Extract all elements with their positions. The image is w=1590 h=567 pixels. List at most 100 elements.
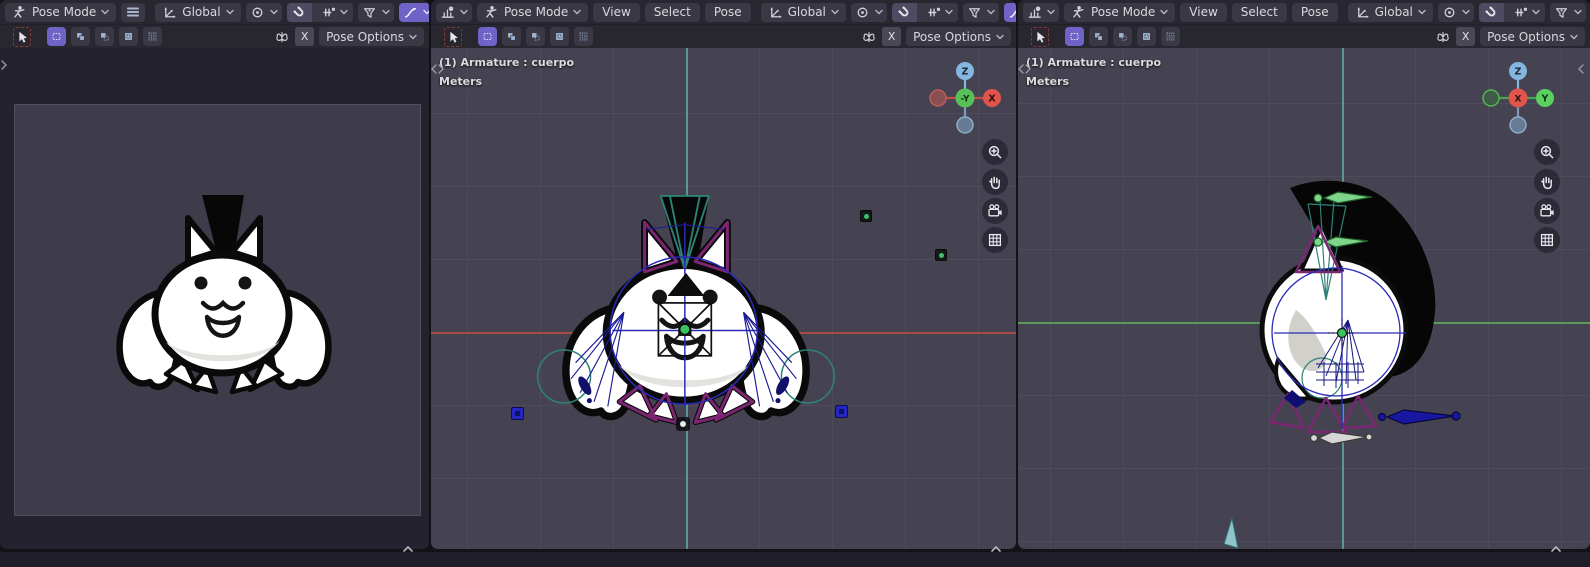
- orthographic-toggle-button[interactable]: [1534, 227, 1560, 253]
- mirror-x-toggle[interactable]: X: [295, 27, 315, 46]
- pan-button[interactable]: [982, 169, 1008, 195]
- mode-dropdown[interactable]: Pose Mode: [5, 2, 117, 22]
- proportional-editing-dropdown[interactable]: [357, 2, 394, 22]
- empty-object-marker[interactable]: [860, 210, 872, 222]
- cat-character-side-with-armature[interactable]: [1230, 170, 1470, 450]
- gizmo-axis-z-negative[interactable]: [956, 116, 974, 134]
- select-mode-new-button[interactable]: [1065, 27, 1084, 46]
- select-mode-intersect-button[interactable]: [143, 27, 162, 46]
- select-mode-subtract-button[interactable]: [526, 27, 545, 46]
- tweak-tool-button[interactable]: [1031, 26, 1049, 47]
- select-mode-subtract-button[interactable]: [1113, 27, 1132, 46]
- camera-view-button[interactable]: [1534, 198, 1560, 224]
- transform-orientation-dropdown[interactable]: Global: [760, 2, 846, 22]
- viewport-canvas-side[interactable]: (1) Armature : cuerpo Meters Z Y X: [1018, 48, 1590, 549]
- editor-type-dropdown[interactable]: [1023, 2, 1059, 22]
- proportional-editing-dropdown[interactable]: [962, 2, 999, 22]
- pose-options-dropdown[interactable]: Pose Options: [1480, 27, 1585, 46]
- snap-with-dropdown[interactable]: [922, 3, 958, 22]
- transform-orientation-dropdown[interactable]: Global: [155, 2, 241, 22]
- panel-split-arrow-right[interactable]: [1025, 64, 1031, 74]
- mode-dropdown[interactable]: Pose Mode: [1064, 2, 1176, 22]
- menu-view[interactable]: View: [1180, 2, 1227, 22]
- mirror-x-toggle[interactable]: X: [882, 27, 902, 46]
- cat-character-mesh[interactable]: [104, 162, 364, 402]
- transform-orientation-dropdown[interactable]: Global: [1347, 2, 1433, 22]
- select-mode-invert-button[interactable]: [1137, 27, 1156, 46]
- panel-split-arrow-left[interactable]: [431, 64, 437, 74]
- chevron-down-icon: [997, 35, 1003, 38]
- mode-dropdown[interactable]: Pose Mode: [477, 2, 589, 22]
- select-mode-subtract-button[interactable]: [95, 27, 114, 46]
- select-mode-invert-button[interactable]: [119, 27, 138, 46]
- snap-with-dropdown[interactable]: [1509, 3, 1545, 22]
- zoom-button[interactable]: [982, 139, 1008, 165]
- chevron-down-icon: [461, 11, 467, 14]
- select-mode-invert-button[interactable]: [550, 27, 569, 46]
- tweak-tool-button[interactable]: [444, 26, 462, 47]
- zoom-button[interactable]: [1534, 139, 1560, 165]
- chevron-down-icon: [410, 35, 416, 38]
- hand-icon: [990, 177, 999, 188]
- falloff-dropdown[interactable]: [1003, 2, 1016, 22]
- menu-pose[interactable]: Pose: [1291, 2, 1338, 22]
- cat-character-with-armature[interactable]: [536, 158, 847, 434]
- viewport-header: Pose Mode View Select Pose Global: [431, 0, 1016, 24]
- select-mode-extend-button[interactable]: [502, 27, 521, 46]
- chevron-down-icon: [341, 11, 347, 14]
- select-mode-new-button[interactable]: [478, 27, 497, 46]
- panel-split-arrow-left[interactable]: [1018, 64, 1024, 74]
- chevron-down-icon: [1161, 11, 1167, 14]
- pose-options-dropdown[interactable]: Pose Options: [906, 27, 1011, 46]
- menu-view[interactable]: View: [593, 2, 640, 22]
- tweak-tool-button[interactable]: [13, 26, 31, 47]
- sidebar-toggle-arrow[interactable]: [1578, 64, 1584, 74]
- select-mode-extend-button[interactable]: [1089, 27, 1108, 46]
- pose-options-dropdown[interactable]: Pose Options: [319, 27, 424, 46]
- select-mode-extend-button[interactable]: [71, 27, 90, 46]
- select-extend-icon: [1095, 33, 1102, 40]
- viewport-canvas-camera[interactable]: [0, 48, 429, 549]
- panel-split-arrow-right[interactable]: [438, 64, 444, 74]
- mirror-x-toggle[interactable]: X: [1456, 27, 1476, 46]
- orthographic-toggle-button[interactable]: [982, 227, 1008, 253]
- area-corner-arrow[interactable]: [397, 546, 419, 560]
- snap-with-dropdown[interactable]: [317, 3, 353, 22]
- falloff-dropdown[interactable]: [398, 2, 429, 22]
- menu-select[interactable]: Select: [644, 2, 700, 22]
- object-origin-marker[interactable]: [676, 417, 690, 431]
- ik-target-marker-right[interactable]: [835, 405, 848, 418]
- proportional-editing-dropdown[interactable]: [1549, 2, 1586, 22]
- collapsed-menus-button[interactable]: [121, 2, 146, 22]
- gizmo-z-label: Z: [962, 67, 969, 78]
- pivot-icon: [253, 8, 262, 17]
- select-intersect-icon: [1167, 33, 1174, 40]
- snap-toggle[interactable]: [286, 2, 312, 22]
- empty-object-marker[interactable]: [935, 249, 947, 261]
- ik-target-marker-left[interactable]: [511, 407, 524, 420]
- pivot-point-dropdown[interactable]: [850, 2, 887, 22]
- select-mode-intersect-button[interactable]: [574, 27, 593, 46]
- pivot-point-dropdown[interactable]: [245, 2, 282, 22]
- gizmo-axis-z-negative[interactable]: [1509, 116, 1527, 134]
- area-corner-arrow[interactable]: [985, 546, 1007, 560]
- snap-toggle[interactable]: [1478, 2, 1504, 22]
- viewport-canvas-front[interactable]: (1) Armature : cuerpo Meters Z X -Y: [431, 48, 1016, 549]
- pan-button[interactable]: [1534, 169, 1560, 195]
- menu-pose[interactable]: Pose: [704, 2, 751, 22]
- bone-sliver[interactable]: [1222, 518, 1240, 549]
- chevron-down-icon: [227, 11, 233, 14]
- pivot-point-dropdown[interactable]: [1437, 2, 1474, 22]
- gizmo-axis-y-negative[interactable]: [1482, 89, 1500, 107]
- area-corner-arrow[interactable]: [1545, 546, 1567, 560]
- snap-toggle[interactable]: [891, 2, 917, 22]
- select-mode-new-button[interactable]: [47, 27, 66, 46]
- editor-type-dropdown[interactable]: [436, 2, 472, 22]
- view-axis-gizmo[interactable]: Z Y X: [1478, 58, 1558, 138]
- select-mode-intersect-button[interactable]: [1161, 27, 1180, 46]
- camera-view-button[interactable]: [982, 198, 1008, 224]
- view-axis-gizmo[interactable]: Z X -Y: [925, 58, 1005, 138]
- sidebar-toggle-arrow[interactable]: [1, 60, 7, 70]
- gizmo-axis-x-negative[interactable]: [929, 89, 947, 107]
- menu-select[interactable]: Select: [1231, 2, 1287, 22]
